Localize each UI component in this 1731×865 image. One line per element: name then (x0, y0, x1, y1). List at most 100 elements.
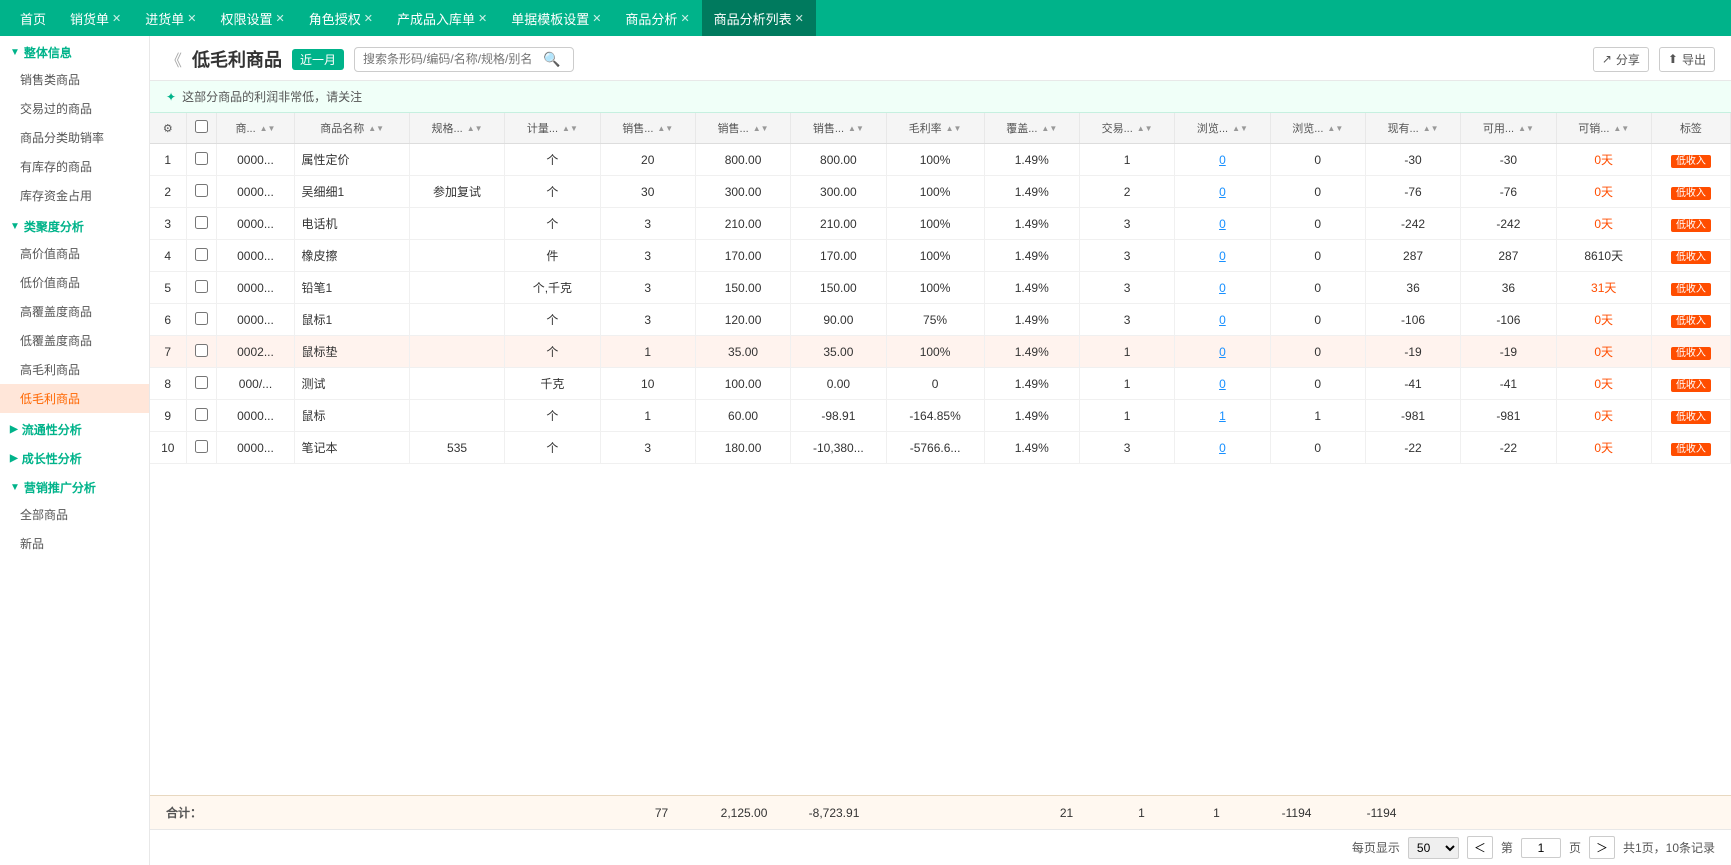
row-browse1-2[interactable]: 0 (1175, 176, 1270, 208)
sort-current-icon[interactable]: ▲▼ (1423, 124, 1439, 133)
row-browse1-9[interactable]: 1 (1175, 400, 1270, 432)
row-browse1-4[interactable]: 0 (1175, 240, 1270, 272)
export-button[interactable]: ⬆ 导出 (1659, 47, 1715, 72)
sort-spec-icon[interactable]: ▲▼ (467, 124, 483, 133)
sort-name-icon[interactable]: ▲▼ (368, 124, 384, 133)
th-sales-qty[interactable]: 销售...▲▼ (600, 113, 695, 144)
th-sales-price[interactable]: 销售...▲▼ (695, 113, 790, 144)
sidebar-item-stock-capital[interactable]: 库存资金占用 (0, 181, 149, 210)
row-tag-7[interactable]: 低收入 (1651, 336, 1730, 368)
sort-unit-icon[interactable]: ▲▼ (562, 124, 578, 133)
th-coverage[interactable]: 覆盖...▲▼ (984, 113, 1079, 144)
date-badge[interactable]: 近一月 (292, 49, 344, 70)
sort-browse2-icon[interactable]: ▲▼ (1327, 124, 1343, 133)
sidebar-group-cluster[interactable]: ▼ 类聚度分析 (0, 210, 149, 239)
nav-close-product-entry[interactable]: ✕ (478, 12, 487, 25)
prev-page-btn[interactable]: ＜ (1467, 836, 1493, 859)
row-browse1-1[interactable]: 0 (1175, 144, 1270, 176)
sidebar-group-liquidity[interactable]: ▶ 流通性分析 (0, 413, 149, 442)
per-page-select[interactable]: 50 100 200 (1408, 837, 1459, 859)
row-tag-3[interactable]: 低收入 (1651, 208, 1730, 240)
search-icon[interactable]: 🔍 (543, 51, 560, 68)
th-sales-profit[interactable]: 销售...▲▼ (791, 113, 886, 144)
row-checkbox-4[interactable] (186, 240, 216, 272)
page-input[interactable] (1521, 838, 1561, 858)
nav-item-goods-analysis[interactable]: 商品分析 ✕ (613, 0, 701, 36)
row-checkbox-5[interactable] (186, 272, 216, 304)
sort-code-icon[interactable]: ▲▼ (260, 124, 276, 133)
row-tag-2[interactable]: 低收入 (1651, 176, 1730, 208)
nav-close-role[interactable]: ✕ (364, 12, 373, 25)
sidebar-item-low-coverage[interactable]: 低覆盖度商品 (0, 326, 149, 355)
sidebar-item-low-margin[interactable]: 低毛利商品 (0, 384, 149, 413)
row-tag-4[interactable]: 低收入 (1651, 240, 1730, 272)
nav-close-permission[interactable]: ✕ (276, 12, 285, 25)
row-browse1-7[interactable]: 0 (1175, 336, 1270, 368)
sort-coverage-icon[interactable]: ▲▼ (1041, 124, 1057, 133)
th-checkbox[interactable] (186, 113, 216, 144)
sidebar-group-overview[interactable]: ▼ 整体信息 (0, 36, 149, 65)
th-trade-count[interactable]: 交易...▲▼ (1079, 113, 1174, 144)
th-tag[interactable]: 标签 (1651, 113, 1730, 144)
sort-available-icon[interactable]: ▲▼ (1518, 124, 1534, 133)
row-tag-5[interactable]: 低收入 (1651, 272, 1730, 304)
th-name[interactable]: 商品名称▲▼ (295, 113, 409, 144)
nav-item-product-entry[interactable]: 产成品入库单 ✕ (385, 0, 499, 36)
sort-trade-icon[interactable]: ▲▼ (1137, 124, 1153, 133)
collapse-sidebar-btn[interactable]: 《 (166, 47, 182, 71)
row-browse1-8[interactable]: 0 (1175, 368, 1270, 400)
th-gross-rate[interactable]: 毛利率▲▼ (886, 113, 984, 144)
row-tag-10[interactable]: 低收入 (1651, 432, 1730, 464)
row-checkbox-1[interactable] (186, 144, 216, 176)
select-all-checkbox[interactable] (195, 120, 208, 133)
sidebar-item-high-coverage[interactable]: 高覆盖度商品 (0, 297, 149, 326)
row-checkbox-10[interactable] (186, 432, 216, 464)
sidebar-item-traded-goods[interactable]: 交易过的商品 (0, 94, 149, 123)
th-settings[interactable]: ⚙ (150, 113, 186, 144)
sidebar-item-low-value[interactable]: 低价值商品 (0, 268, 149, 297)
nav-close-purchase[interactable]: ✕ (187, 12, 196, 25)
nav-item-role[interactable]: 角色授权 ✕ (297, 0, 385, 36)
sort-sales-price-icon[interactable]: ▲▼ (753, 124, 769, 133)
row-browse1-10[interactable]: 0 (1175, 432, 1270, 464)
th-browse1[interactable]: 浏览...▲▼ (1175, 113, 1270, 144)
sidebar-item-sales-goods[interactable]: 销售类商品 (0, 65, 149, 94)
sidebar-item-stock-goods[interactable]: 有库存的商品 (0, 152, 149, 181)
row-tag-6[interactable]: 低收入 (1651, 304, 1730, 336)
sidebar-item-high-margin[interactable]: 高毛利商品 (0, 355, 149, 384)
sidebar-item-high-value[interactable]: 高价值商品 (0, 239, 149, 268)
row-checkbox-2[interactable] (186, 176, 216, 208)
nav-close-goods-list[interactable]: ✕ (795, 12, 804, 25)
next-page-btn[interactable]: ＞ (1589, 836, 1615, 859)
sort-browse1-icon[interactable]: ▲▼ (1232, 124, 1248, 133)
th-code[interactable]: 商...▲▼ (216, 113, 295, 144)
th-available-stock[interactable]: 可用...▲▼ (1461, 113, 1556, 144)
sort-saleable-icon[interactable]: ▲▼ (1613, 124, 1629, 133)
sort-sales-profit-icon[interactable]: ▲▼ (848, 124, 864, 133)
row-checkbox-6[interactable] (186, 304, 216, 336)
row-tag-8[interactable]: 低收入 (1651, 368, 1730, 400)
row-tag-9[interactable]: 低收入 (1651, 400, 1730, 432)
search-input[interactable] (363, 52, 543, 66)
th-current-stock[interactable]: 现有...▲▼ (1365, 113, 1460, 144)
sidebar-group-growth[interactable]: ▶ 成长性分析 (0, 442, 149, 471)
row-tag-1[interactable]: 低收入 (1651, 144, 1730, 176)
nav-close-sales[interactable]: ✕ (112, 12, 121, 25)
row-checkbox-8[interactable] (186, 368, 216, 400)
row-browse1-3[interactable]: 0 (1175, 208, 1270, 240)
sidebar-item-new-goods[interactable]: 新品 (0, 529, 149, 558)
nav-item-goods-list[interactable]: 商品分析列表 ✕ (702, 0, 816, 36)
row-checkbox-3[interactable] (186, 208, 216, 240)
nav-item-permission[interactable]: 权限设置 ✕ (208, 0, 296, 36)
nav-item-template[interactable]: 单据模板设置 ✕ (499, 0, 613, 36)
th-spec[interactable]: 规格...▲▼ (409, 113, 504, 144)
nav-item-purchase[interactable]: 进货单 ✕ (133, 0, 208, 36)
th-browse2[interactable]: 浏览...▲▼ (1270, 113, 1365, 144)
nav-close-goods-analysis[interactable]: ✕ (680, 12, 689, 25)
sidebar-group-marketing[interactable]: ▼ 营销推广分析 (0, 471, 149, 500)
nav-close-template[interactable]: ✕ (592, 12, 601, 25)
th-unit[interactable]: 计量...▲▼ (505, 113, 600, 144)
settings-icon[interactable]: ⚙ (163, 123, 173, 135)
row-checkbox-7[interactable] (186, 336, 216, 368)
row-checkbox-9[interactable] (186, 400, 216, 432)
